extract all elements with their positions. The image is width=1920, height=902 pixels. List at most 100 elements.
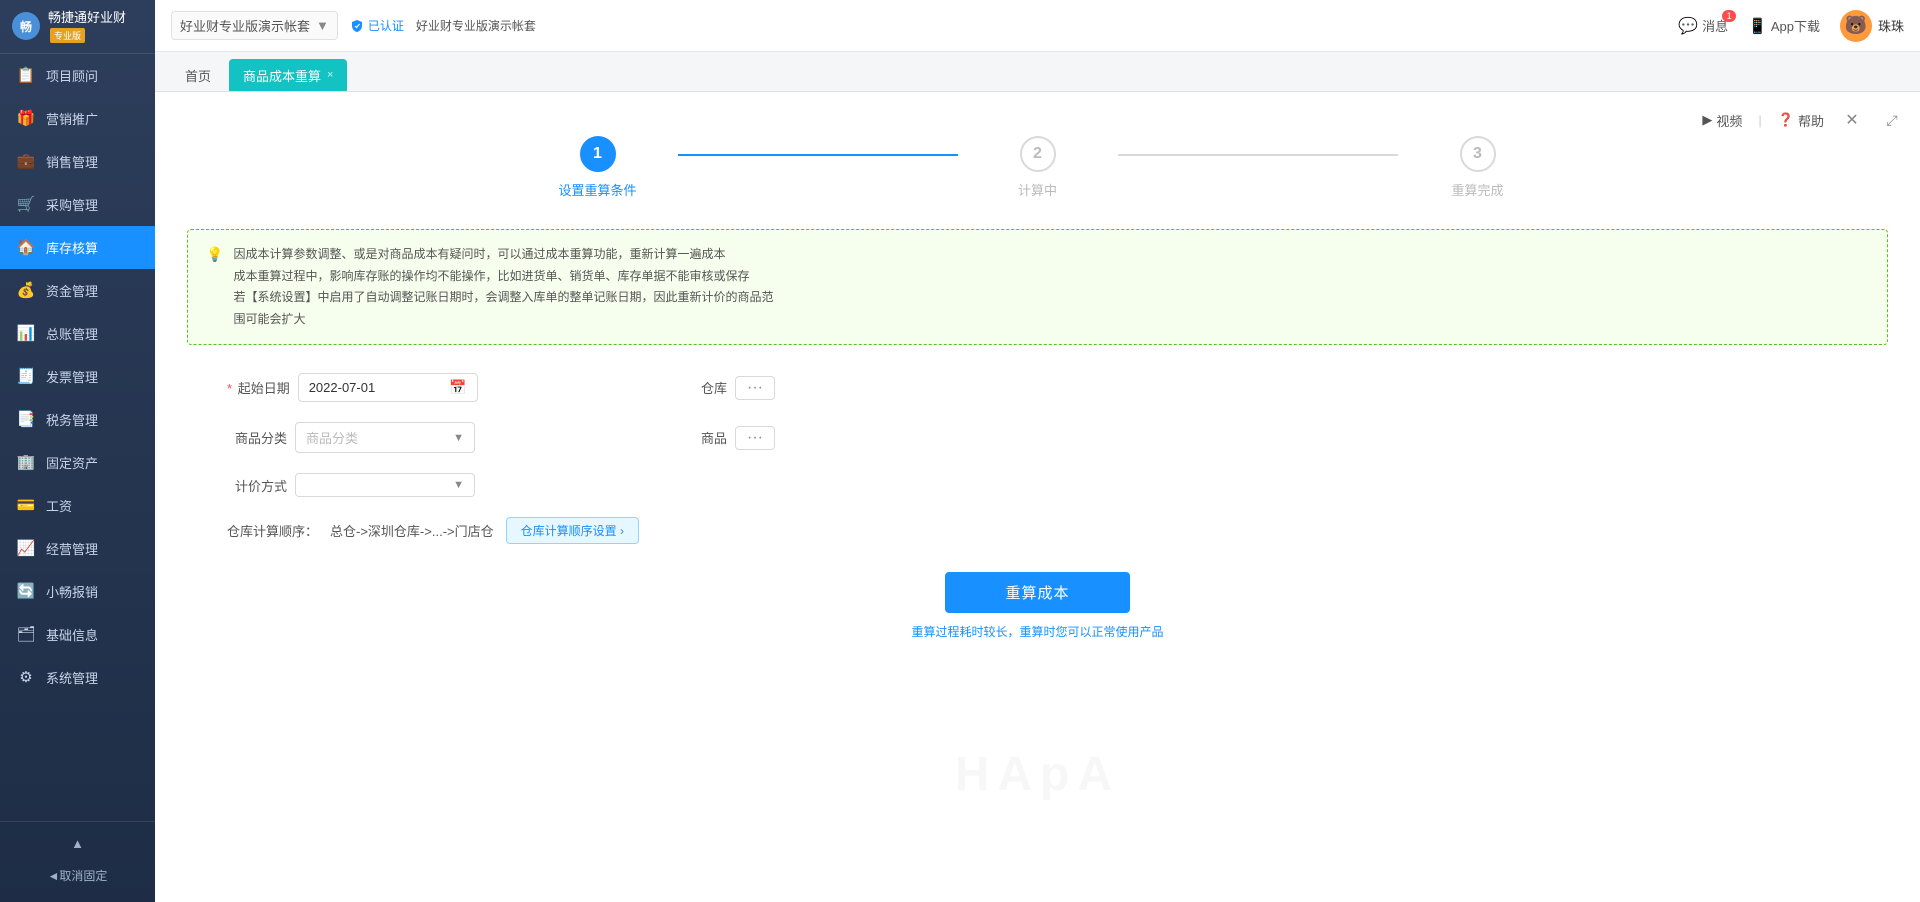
- start-date-input[interactable]: 2022-07-01 📅: [298, 373, 478, 402]
- finance-icon: 💰: [16, 281, 36, 299]
- info-box: 💡 因成本计算参数调整、或是对商品成本有疑问时，可以通过成本重算功能，重新计算一…: [187, 229, 1888, 345]
- app-download-btn[interactable]: 📱 App下载: [1748, 16, 1820, 35]
- phone-icon: 📱: [1748, 17, 1767, 35]
- tab-recalc[interactable]: 商品成本重算 ×: [229, 59, 347, 91]
- main-area: 好业财专业版演示帐套 ▼ 已认证 好业财专业版演示帐套 💬 消息 1 📱 App…: [155, 0, 1920, 902]
- warehouse-order-label: 仓库计算顺序：: [227, 521, 318, 540]
- page-wrapper: ▶ 视频 | ❓ 帮助 ✕ ⤢ 1 设置重算条件: [155, 92, 1920, 902]
- sidebar-item-tax[interactable]: 📑 税务管理: [0, 398, 155, 441]
- step-connector-2: [1118, 154, 1398, 156]
- step-3-circle: 3: [1460, 136, 1496, 172]
- recalc-btn[interactable]: 重算成本: [945, 572, 1129, 613]
- goods-group: 商品 ···: [667, 426, 775, 450]
- category-group: 商品分类 商品分类 ▼: [227, 422, 627, 453]
- account-name: 好业财专业版演示帐套: [180, 16, 310, 35]
- sidebar-item-expense[interactable]: 🔄 小畅报销: [0, 570, 155, 613]
- sidebar-item-operation[interactable]: 📈 经营管理: [0, 527, 155, 570]
- step-2-circle: 2: [1020, 136, 1056, 172]
- price-method-group: 计价方式 ▼: [227, 473, 627, 497]
- operation-icon: 📈: [16, 539, 36, 557]
- sidebar-item-salary[interactable]: 💳 工资: [0, 484, 155, 527]
- scroll-up-btn[interactable]: ▲: [0, 830, 155, 857]
- step-1-circle: 1: [580, 136, 616, 172]
- sidebar-item-system[interactable]: ⚙ 系统管理: [0, 656, 155, 699]
- warehouse-group: 仓库 ···: [667, 376, 775, 400]
- goods-label: 商品: [667, 428, 727, 447]
- sidebar-item-ledger[interactable]: 📊 总账管理: [0, 312, 155, 355]
- username[interactable]: 珠珠: [1878, 16, 1904, 35]
- assets-icon: 🏢: [16, 453, 36, 471]
- cancel-fixed-btn[interactable]: ◄取消固定: [0, 857, 155, 894]
- sidebar: 畅 畅捷通好业财 专业版 📋 项目顾问 🎁 营销推广 💼 销售管理 🛒 采购管理: [0, 0, 155, 902]
- category-placeholder: 商品分类: [306, 428, 358, 447]
- warehouse-select-btn[interactable]: ···: [735, 376, 775, 400]
- tab-close-icon[interactable]: ×: [327, 69, 333, 81]
- category-label: 商品分类: [227, 428, 287, 447]
- watermark: HApA: [955, 747, 1120, 802]
- inventory-icon: 🏠: [16, 238, 36, 256]
- salary-icon: 💳: [16, 496, 36, 514]
- sidebar-item-marketing[interactable]: 🎁 营销推广: [0, 97, 155, 140]
- expand-btn[interactable]: ⤢: [1880, 108, 1904, 132]
- step-3-label: 重算完成: [1451, 180, 1503, 199]
- page-top-actions: ▶ 视频 | ❓ 帮助 ✕ ⤢: [1702, 108, 1904, 132]
- step-1: 1 设置重算条件: [518, 136, 678, 199]
- purchase-icon: 🛒: [16, 195, 36, 213]
- sidebar-item-invoice[interactable]: 🧾 发票管理: [0, 355, 155, 398]
- goods-select-btn[interactable]: ···: [735, 426, 775, 450]
- warehouse-order-value: 总仓->深圳仓库->...->门店仓: [330, 521, 494, 540]
- recalc-hint: 重算过程耗时较长，重算时您可以正常使用产品: [227, 623, 1848, 640]
- tabbar: 首页 商品成本重算 ×: [155, 52, 1920, 92]
- stepper: 1 设置重算条件 2 计算中 3 重算完成: [187, 136, 1888, 199]
- step-2-label: 计算中: [1018, 180, 1057, 199]
- tab-home[interactable]: 首页: [171, 59, 225, 91]
- start-date-value: 2022-07-01: [309, 380, 444, 395]
- account-selector[interactable]: 好业财专业版演示帐套 ▼: [171, 11, 338, 40]
- sidebar-item-finance[interactable]: 💰 资金管理: [0, 269, 155, 312]
- base-icon: 🗂: [16, 625, 36, 643]
- form-row-2: 商品分类 商品分类 ▼ 商品 ···: [227, 422, 1848, 453]
- avatar: 🐻: [1840, 10, 1872, 42]
- step-connector-1: [678, 154, 958, 156]
- price-method-select[interactable]: ▼: [295, 473, 475, 497]
- video-link[interactable]: ▶ 视频: [1702, 111, 1742, 130]
- sidebar-nav: 📋 项目顾问 🎁 营销推广 💼 销售管理 🛒 采购管理 🏠 库存核算 💰 资金管…: [0, 54, 155, 821]
- category-dropdown-icon: ▼: [453, 432, 464, 444]
- warehouse-order-row: 仓库计算顺序： 总仓->深圳仓库->...->门店仓 仓库计算顺序设置 ›: [227, 517, 1848, 544]
- sales-icon: 💼: [16, 152, 36, 170]
- sidebar-item-assets[interactable]: 🏢 固定资产: [0, 441, 155, 484]
- account-label: 好业财专业版演示帐套: [416, 17, 536, 34]
- topbar-right: 💬 消息 1 📱 App下载 🐻 珠珠: [1678, 10, 1904, 42]
- warehouse-order-settings-btn[interactable]: 仓库计算顺序设置 ›: [506, 517, 639, 544]
- content: ▶ 视频 | ❓ 帮助 ✕ ⤢ 1 设置重算条件: [155, 92, 1920, 902]
- system-icon: ⚙: [16, 668, 36, 686]
- info-text: 因成本计算参数调整、或是对商品成本有疑问时，可以通过成本重算功能，重新计算一遍成…: [233, 244, 773, 330]
- page-close-btn[interactable]: ✕: [1840, 108, 1864, 132]
- start-date-label: * 起始日期: [227, 378, 290, 397]
- help-link[interactable]: ❓ 帮助: [1778, 111, 1824, 130]
- warehouse-label: 仓库: [667, 378, 727, 397]
- sidebar-item-base[interactable]: 🗂 基础信息: [0, 613, 155, 656]
- logo-text: 畅捷通好业财: [48, 10, 126, 26]
- sidebar-item-purchase[interactable]: 🛒 采购管理: [0, 183, 155, 226]
- step-2: 2 计算中: [958, 136, 1118, 199]
- message-btn[interactable]: 💬 消息 1: [1678, 16, 1728, 36]
- sidebar-item-inventory[interactable]: 🏠 库存核算: [0, 226, 155, 269]
- tax-icon: 📑: [16, 410, 36, 428]
- sidebar-item-project[interactable]: 📋 项目顾问: [0, 54, 155, 97]
- start-date-group: * 起始日期 2022-07-01 📅: [227, 373, 627, 402]
- sidebar-item-sales[interactable]: 💼 销售管理: [0, 140, 155, 183]
- category-select[interactable]: 商品分类 ▼: [295, 422, 475, 453]
- video-icon: ▶: [1702, 112, 1712, 128]
- step-1-label: 设置重算条件: [558, 180, 636, 199]
- verified-label: 已认证: [368, 17, 404, 34]
- sidebar-logo: 畅 畅捷通好业财 专业版: [0, 0, 155, 54]
- topbar: 好业财专业版演示帐套 ▼ 已认证 好业财专业版演示帐套 💬 消息 1 📱 App…: [155, 0, 1920, 52]
- recalc-section: 重算成本 重算过程耗时较长，重算时您可以正常使用产品: [227, 572, 1848, 640]
- message-icon: 💬: [1678, 16, 1698, 36]
- form-row-3: 计价方式 ▼: [227, 473, 1848, 497]
- project-icon: 📋: [16, 66, 36, 84]
- calendar-icon[interactable]: 📅: [449, 379, 466, 396]
- form-section: * 起始日期 2022-07-01 📅 仓库 ···: [227, 373, 1848, 640]
- help-icon: ❓: [1778, 112, 1794, 128]
